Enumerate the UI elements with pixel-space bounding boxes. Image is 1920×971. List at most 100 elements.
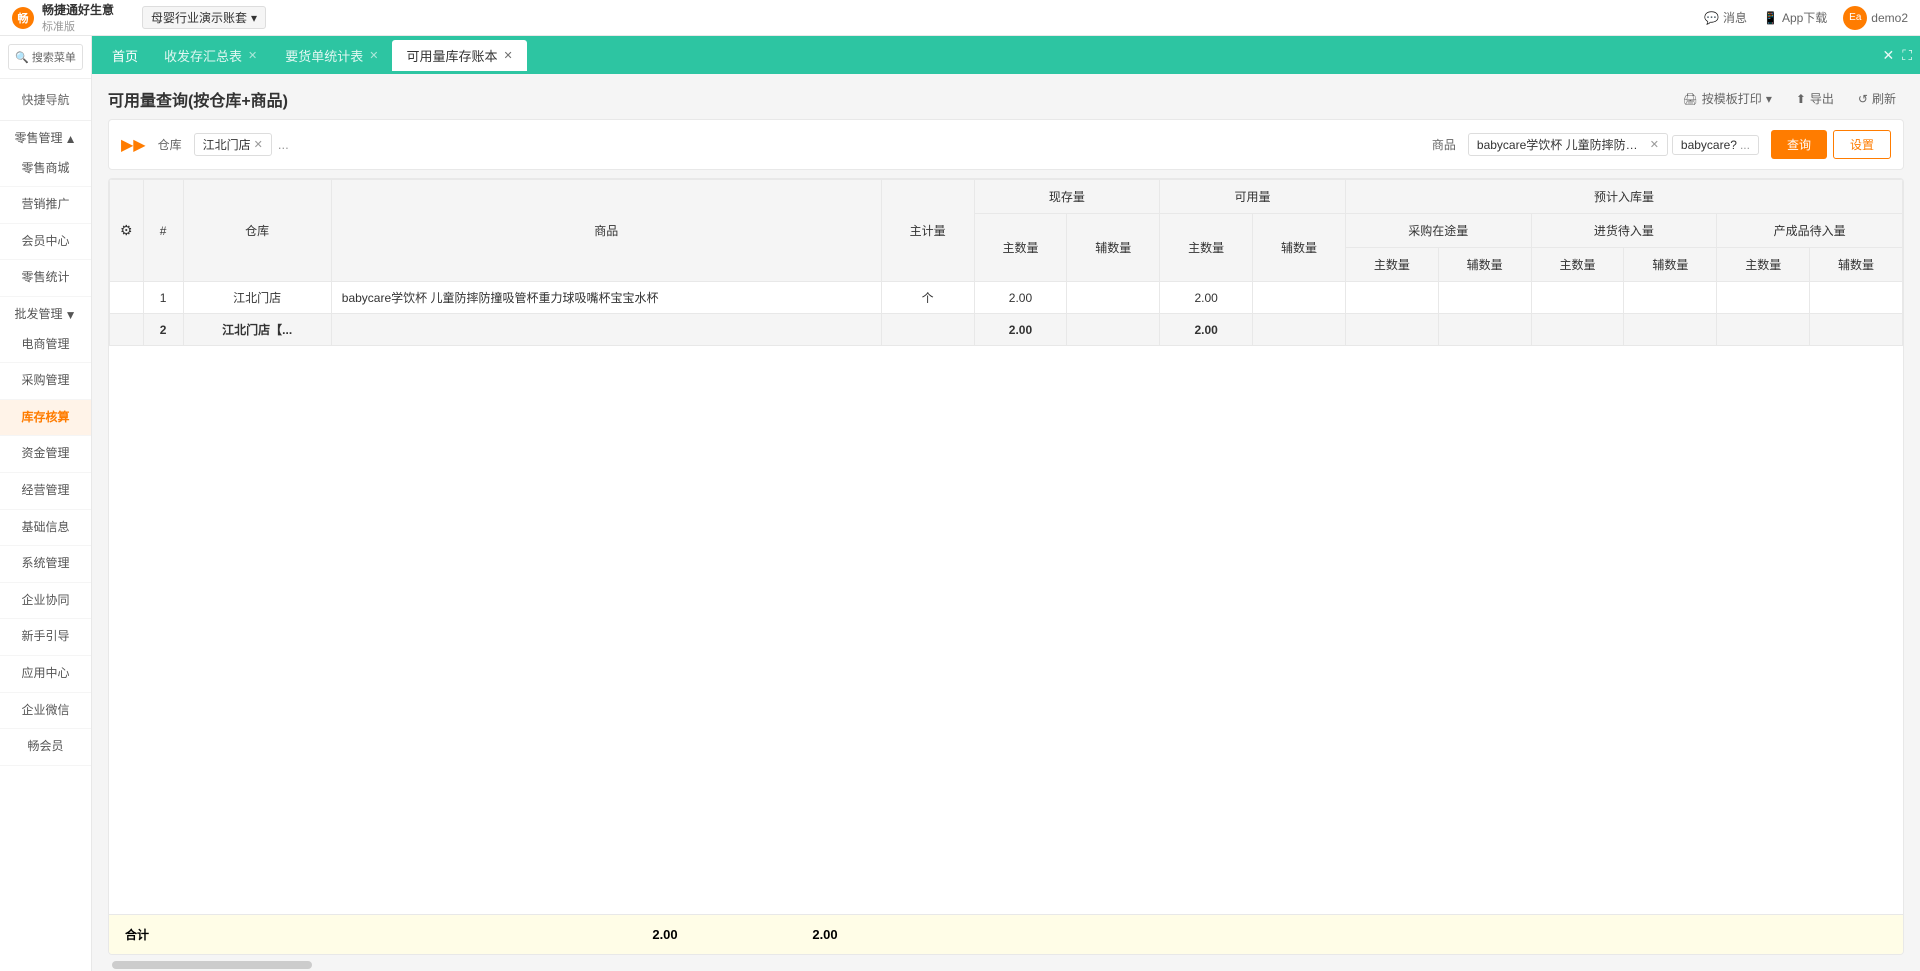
- tab-close-available-ledger[interactable]: ✕: [504, 49, 513, 62]
- tab-home[interactable]: 首页: [100, 40, 150, 71]
- th-available-group: 可用量: [1160, 180, 1346, 214]
- logo-icon: 畅: [12, 7, 34, 29]
- sidebar-item-purchase[interactable]: 采购管理: [0, 363, 91, 400]
- td-product-0: babycare学饮杯 儿童防摔防撞吸管杯重力球吸嘴杯宝宝水杯: [331, 282, 881, 314]
- settings-btn[interactable]: 设置: [1833, 130, 1891, 159]
- search-icon: 🔍: [15, 51, 29, 64]
- close-window-icon[interactable]: ✕: [1882, 47, 1894, 64]
- page-actions: 🖨 按模板打印 ▾ ⬆ 导出 ↺ 刷新: [1675, 86, 1904, 111]
- sidebar-item-app-center[interactable]: 应用中心: [0, 656, 91, 693]
- tab-available-ledger[interactable]: 可用量库存账本 ✕: [392, 40, 526, 71]
- th-finished-aux: 辅数量: [1810, 248, 1903, 282]
- footer-spacer: [305, 927, 625, 942]
- print-icon: 🖨: [1683, 92, 1698, 106]
- content-area: 可用量查询(按仓库+商品) 🖨 按模板打印 ▾ ⬆ 导出 ↺ 刷新: [92, 74, 1920, 971]
- chevron-up-icon: ▲: [65, 132, 77, 146]
- sidebar-item-retail-stats[interactable]: 零售统计: [0, 260, 91, 297]
- th-index: #: [143, 180, 183, 282]
- warehouse-tag[interactable]: 江北门店 ✕: [194, 133, 272, 156]
- th-finished-goods-group: 产成品待入量: [1717, 214, 1903, 248]
- expand-filter-btn[interactable]: ▶▶: [121, 135, 146, 155]
- th-avail-aux: 辅数量: [1253, 214, 1346, 282]
- td-incoming-main-1: [1531, 314, 1624, 346]
- tab-order-stats[interactable]: 要货单统计表 ✕: [271, 40, 392, 71]
- tab-receive-pay[interactable]: 收发存汇总表 ✕: [150, 40, 271, 71]
- footer-stock-main: 2.00: [625, 927, 705, 942]
- scrollbar-thumb[interactable]: [112, 961, 312, 969]
- product-tag-0[interactable]: babycare学饮杯 儿童防摔防撞吸管杯重力球吸嘴杯宝宝水杯 ✕: [1468, 133, 1668, 156]
- warehouse-label: 仓库: [158, 136, 182, 153]
- industry-select[interactable]: 母婴行业演示账套 ▾: [142, 6, 266, 29]
- print-btn[interactable]: 🖨 按模板打印 ▾: [1675, 86, 1780, 111]
- td-finished-aux-0: [1810, 282, 1903, 314]
- table-row: 2 江北门店【... 2.00 2.00: [110, 314, 1903, 346]
- maximize-icon[interactable]: ⛶: [1902, 47, 1912, 64]
- table-scroll-area[interactable]: ⚙ # 仓库 商品 主计量 现存量 可用量 预计入库量: [109, 179, 1903, 914]
- th-purchase-main: 主数量: [1345, 248, 1438, 282]
- right-panel: 首页 收发存汇总表 ✕ 要货单统计表 ✕ 可用量库存账本 ✕ ✕ ⛶ 可用量 查询…: [92, 36, 1920, 971]
- th-purchase-aux: 辅数量: [1438, 248, 1531, 282]
- brand-sub: 标准版: [42, 18, 114, 34]
- sidebar-item-inventory[interactable]: 库存核算: [0, 400, 91, 437]
- sidebar-item-vip[interactable]: 畅会员: [0, 729, 91, 766]
- chevron-down-icon: ▼: [65, 308, 77, 322]
- footer-avail-main: 2.00: [785, 927, 865, 942]
- sidebar-item-wechat[interactable]: 企业微信: [0, 693, 91, 730]
- quick-nav-btn[interactable]: 快捷导航: [8, 87, 83, 112]
- sidebar-item-online-shop[interactable]: 零售商城: [0, 151, 91, 188]
- td-warehouse-0: 江北门店: [183, 282, 331, 314]
- filter-more-indicator[interactable]: ...: [278, 137, 289, 152]
- td-avail-aux-1: [1253, 314, 1346, 346]
- sidebar-search-area: 🔍 搜索菜单: [0, 36, 91, 79]
- th-unit: 主计量: [881, 180, 974, 282]
- product-tag-1[interactable]: babycare? ...: [1672, 135, 1759, 155]
- td-stock-main-1: 2.00: [974, 314, 1067, 346]
- td-warehouse-1: 江北门店【...: [183, 314, 331, 346]
- td-settings-0: [110, 282, 144, 314]
- export-btn[interactable]: ⬆ 导出: [1788, 86, 1842, 111]
- sidebar-item-wholesale[interactable]: 批发管理 ▼: [0, 297, 91, 327]
- product-more-indicator: ...: [1740, 138, 1750, 152]
- sidebar-item-ecommerce[interactable]: 电商管理: [0, 327, 91, 364]
- sidebar-item-guide[interactable]: 新手引导: [0, 619, 91, 656]
- td-purchase-aux-0: [1438, 282, 1531, 314]
- data-table: ⚙ # 仓库 商品 主计量 现存量 可用量 预计入库量: [109, 179, 1903, 346]
- th-incoming-aux: 辅数量: [1624, 248, 1717, 282]
- tab-close-receive-pay[interactable]: ✕: [248, 49, 257, 62]
- th-settings[interactable]: ⚙: [110, 180, 144, 282]
- tab-close-order-stats[interactable]: ✕: [369, 49, 378, 62]
- th-finished-main: 主数量: [1717, 248, 1810, 282]
- horizontal-scrollbar[interactable]: [108, 959, 1904, 971]
- td-unit-0: 个: [881, 282, 974, 314]
- sidebar-item-system[interactable]: 系统管理: [0, 546, 91, 583]
- app-download-btn[interactable]: 📱 App下载: [1763, 9, 1827, 26]
- sidebar-item-marketing[interactable]: 营销推广: [0, 187, 91, 224]
- sidebar-item-basic-info[interactable]: 基础信息: [0, 510, 91, 547]
- th-warehouse: 仓库: [183, 180, 331, 282]
- sidebar-item-operations[interactable]: 经营管理: [0, 473, 91, 510]
- td-stock-aux-0: [1067, 282, 1160, 314]
- sidebar-item-zero-sales[interactable]: 零售管理 ▲: [0, 121, 91, 151]
- sidebar-item-enterprise[interactable]: 企业协同: [0, 583, 91, 620]
- td-settings-1: [110, 314, 144, 346]
- footer-label: 合计: [125, 926, 305, 943]
- query-btn[interactable]: 查询: [1771, 130, 1827, 159]
- sidebar-item-member[interactable]: 会员中心: [0, 224, 91, 261]
- search-menu-btn[interactable]: 🔍 搜索菜单: [8, 44, 83, 70]
- refresh-btn[interactable]: ↺ 刷新: [1850, 86, 1904, 111]
- sidebar-item-finance[interactable]: 资金管理: [0, 436, 91, 473]
- export-icon: ⬆: [1796, 92, 1806, 106]
- brand-name: 畅捷通好生意: [42, 1, 114, 18]
- td-stock-main-0: 2.00: [974, 282, 1067, 314]
- th-product: 商品: [331, 180, 881, 282]
- warehouse-tag-close[interactable]: ✕: [254, 138, 263, 151]
- product-tag-close-0[interactable]: ✕: [1650, 138, 1659, 151]
- top-bar: 畅 畅捷通好生意 标准版 母婴行业演示账套 ▾ 💬 消息 📱 App下载 Ea …: [0, 0, 1920, 36]
- td-avail-main-0: 2.00: [1160, 282, 1253, 314]
- td-purchase-aux-1: [1438, 314, 1531, 346]
- message-btn[interactable]: 💬 消息: [1704, 9, 1747, 26]
- main-layout: 🔍 搜索菜单 快捷导航 零售管理 ▲ 零售商城 营销推广 会员中心 零售统计: [0, 36, 1920, 971]
- user-btn[interactable]: Ea demo2: [1843, 6, 1908, 30]
- table-container: ⚙ # 仓库 商品 主计量 现存量 可用量 预计入库量: [108, 178, 1904, 955]
- chevron-down-icon: ▾: [1766, 92, 1772, 106]
